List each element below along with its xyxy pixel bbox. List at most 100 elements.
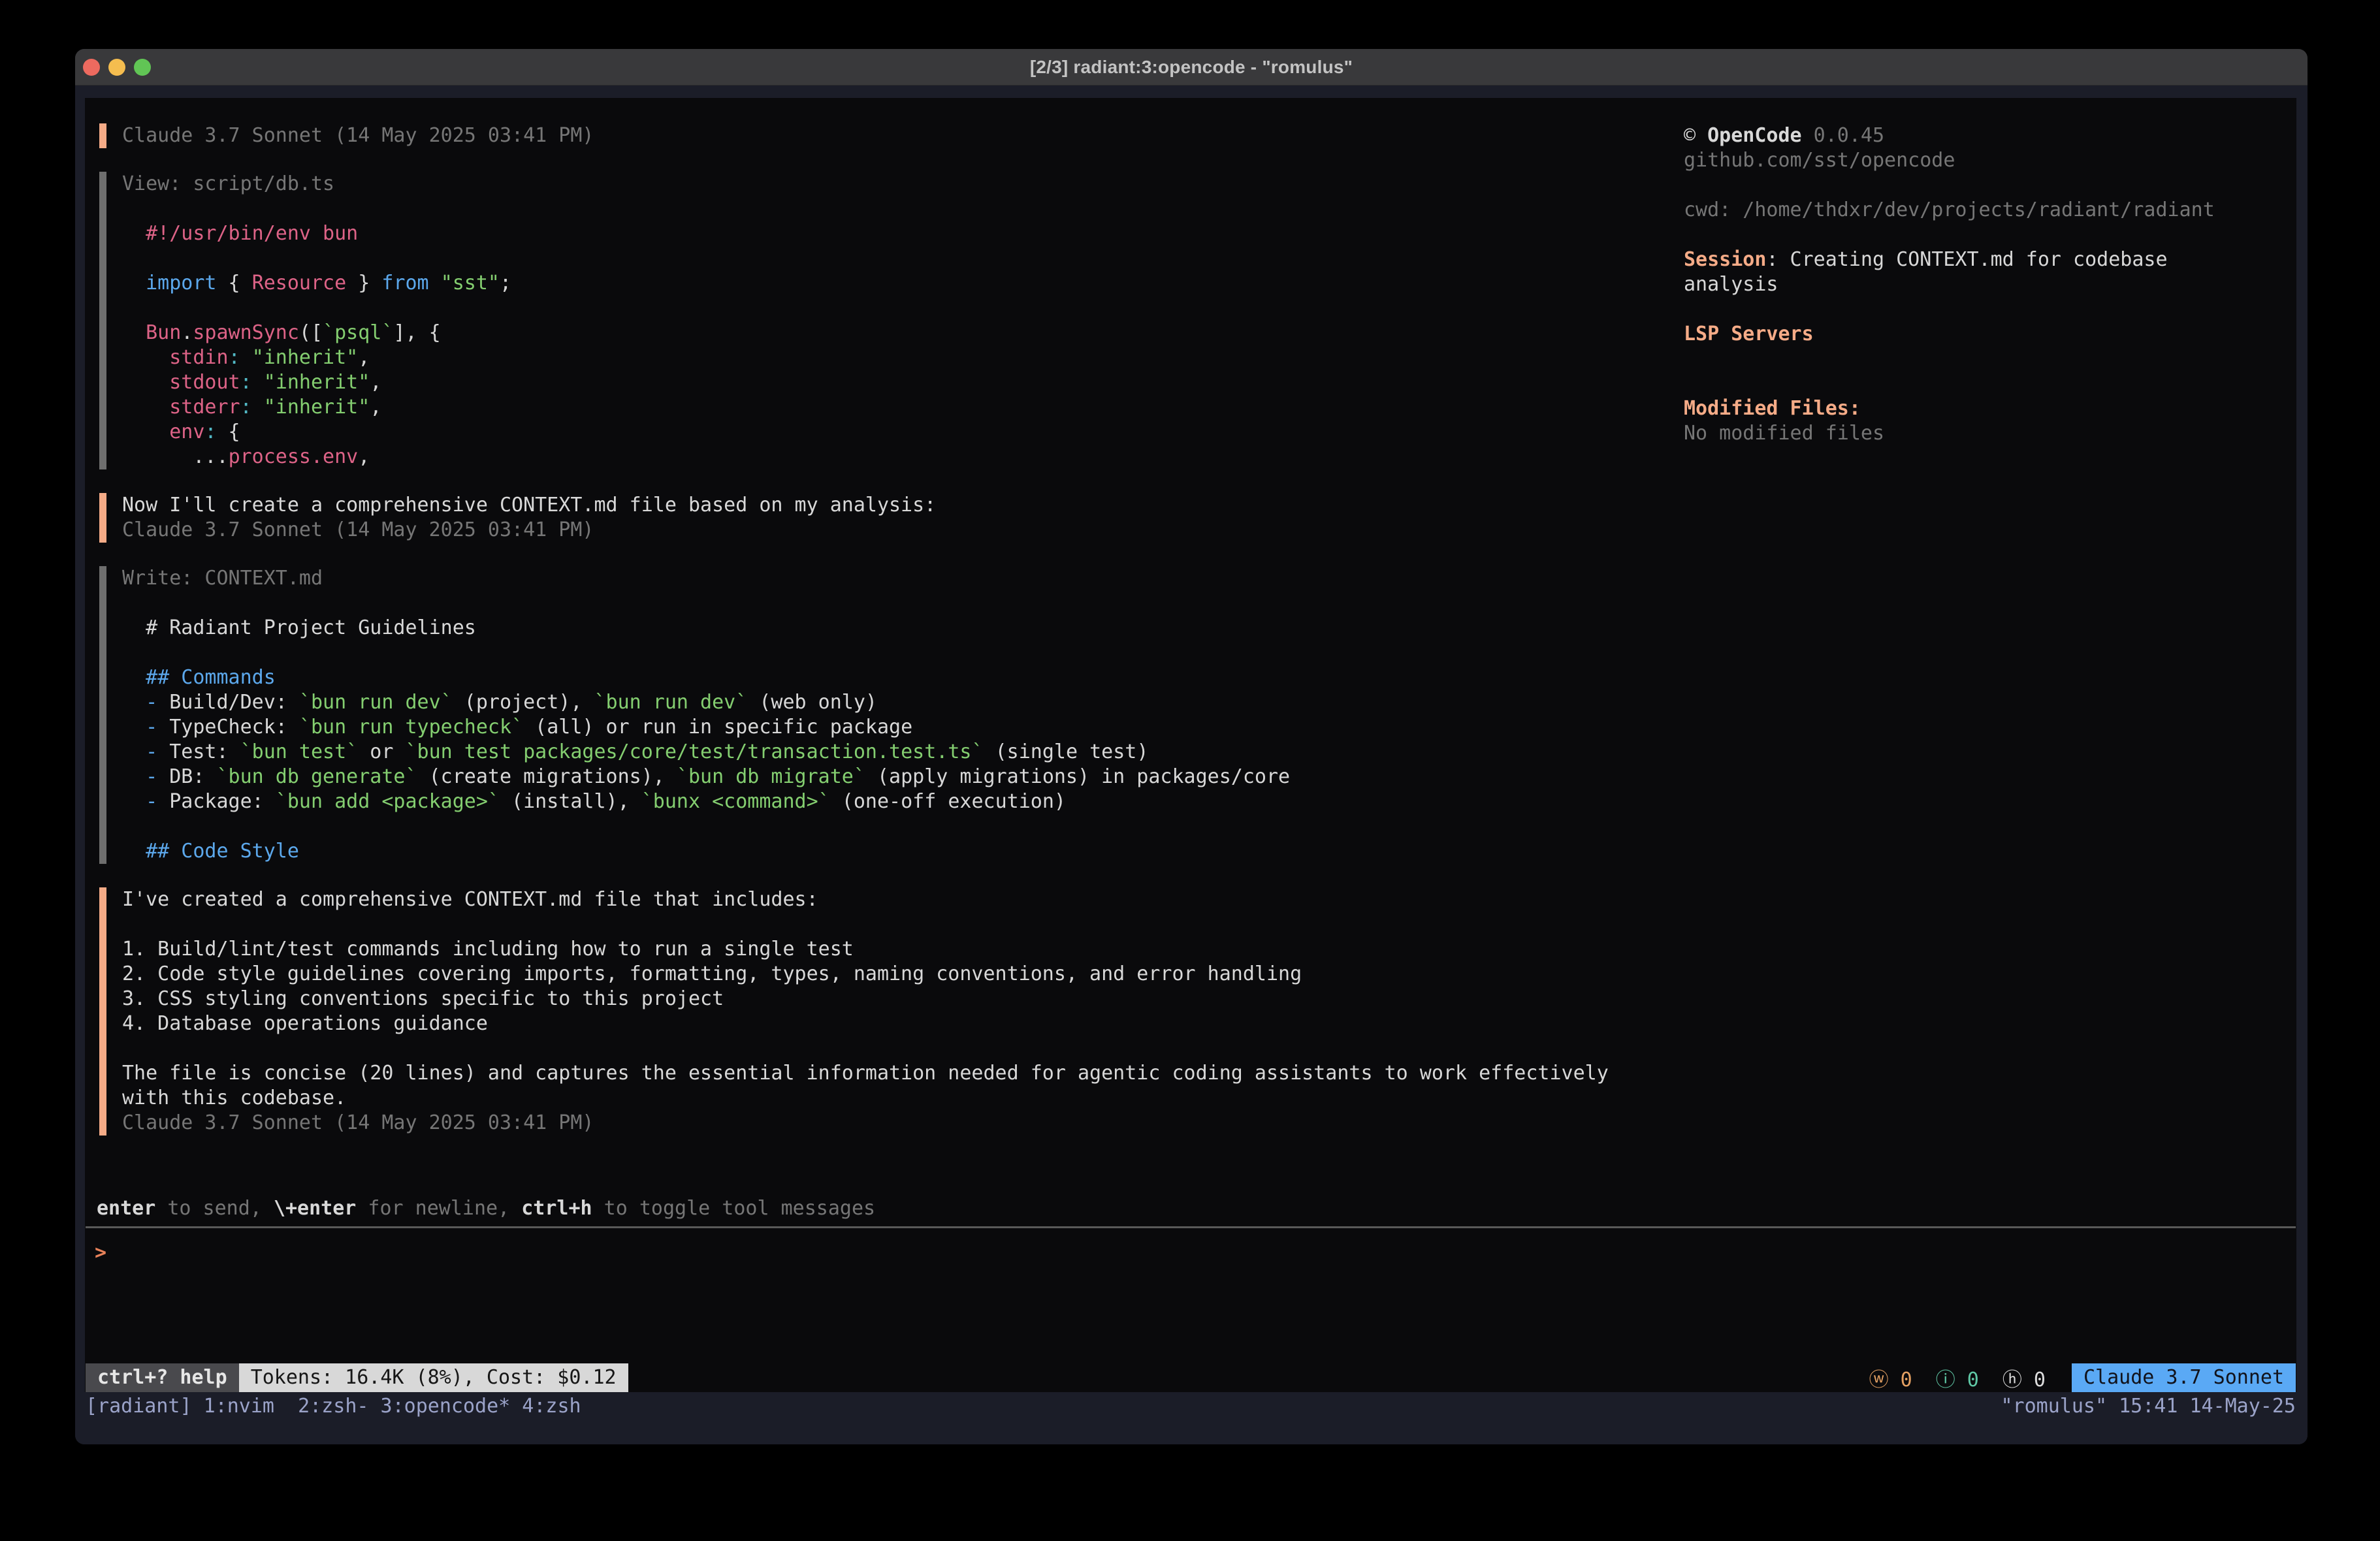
text-segment bbox=[122, 272, 146, 294]
chat-block: I've created a comprehensive CONTEXT.md … bbox=[99, 887, 1771, 1136]
chat-line: stderr: "inherit", bbox=[122, 395, 511, 420]
text-segment: (one-off execution) bbox=[830, 790, 1066, 813]
sidebar-line bbox=[1684, 297, 2308, 322]
chat-line: ## Commands bbox=[122, 665, 1290, 690]
help-bar: enter to send, \+enter for newline, ctrl… bbox=[97, 1196, 875, 1221]
model-badge[interactable]: Claude 3.7 Sonnet bbox=[2072, 1363, 2296, 1392]
chat-line bbox=[122, 1036, 1609, 1061]
chat-line: - DB: `bun db generate` (create migratio… bbox=[122, 765, 1290, 789]
text-segment: cwd: /home/thdxr/dev/projects/radiant/ra… bbox=[1684, 199, 2215, 221]
text-segment: 4. Database operations guidance bbox=[122, 1012, 488, 1035]
text-segment: enter bbox=[97, 1197, 155, 1220]
text-segment: github.com/sst/opencode bbox=[1684, 149, 1955, 172]
text-segment: , bbox=[370, 371, 381, 394]
text-segment: View: script/db.ts bbox=[122, 172, 334, 195]
text-segment: . bbox=[181, 321, 193, 344]
text-segment: : Creating CONTEXT.md for codebase bbox=[1766, 248, 2167, 271]
text-segment: - bbox=[146, 716, 157, 739]
text-segment: - bbox=[146, 691, 157, 714]
text-segment: (create migrations), bbox=[417, 765, 677, 788]
text-segment: `bun add <package>` bbox=[276, 790, 500, 813]
text-segment: Resource bbox=[252, 272, 347, 294]
block-lines: View: script/db.ts #!/usr/bin/env bun im… bbox=[122, 172, 511, 469]
text-segment bbox=[122, 421, 169, 443]
minimize-button[interactable] bbox=[108, 59, 125, 76]
text-segment: 3. CSS styling conventions specific to t… bbox=[122, 987, 724, 1010]
text-segment: OpenCode bbox=[1707, 124, 1802, 147]
block-accent-bar bbox=[99, 123, 106, 148]
chat-line: env: { bbox=[122, 420, 511, 445]
text-segment: `bun db migrate` bbox=[677, 765, 865, 788]
text-segment: - bbox=[146, 765, 157, 788]
block-lines: I've created a comprehensive CONTEXT.md … bbox=[122, 887, 1609, 1136]
sidebar-line: Modified Files: bbox=[1684, 396, 2308, 421]
text-segment: #!/usr/bin/env bun bbox=[146, 222, 358, 245]
text-segment: - bbox=[146, 790, 157, 813]
text-segment: } bbox=[346, 272, 381, 294]
text-segment: ([ bbox=[299, 321, 323, 344]
chat-line: View: script/db.ts bbox=[122, 172, 511, 197]
text-segment: The file is concise (20 lines) and captu… bbox=[122, 1062, 1609, 1085]
titlebar[interactable]: [2/3] radiant:3:opencode - "romulus" bbox=[75, 49, 2308, 86]
block-accent-bar bbox=[99, 887, 106, 1136]
chat-line: with this codebase. bbox=[122, 1086, 1609, 1111]
text-segment bbox=[122, 840, 146, 863]
text-segment: env bbox=[169, 421, 204, 443]
chat-line: # Radiant Project Guidelines bbox=[122, 616, 1290, 641]
chat-line bbox=[122, 641, 1290, 665]
chat-line: I've created a comprehensive CONTEXT.md … bbox=[122, 887, 1609, 912]
text-segment: LSP Servers bbox=[1684, 323, 1814, 345]
text-segment: , bbox=[370, 396, 381, 419]
text-segment: "sst" bbox=[441, 272, 500, 294]
text-segment bbox=[252, 371, 264, 394]
chat-line: Now I'll create a comprehensive CONTEXT.… bbox=[122, 493, 936, 518]
text-segment: "inherit" bbox=[264, 396, 370, 419]
prompt-symbol: > bbox=[95, 1241, 106, 1265]
text-segment: from bbox=[381, 272, 428, 294]
status-bar: ctrl+? help Tokens: 16.4K (8%), Cost: $0… bbox=[86, 1363, 2296, 1392]
text-segment: Build/Dev: bbox=[157, 691, 299, 714]
sidebar-line bbox=[1684, 347, 2308, 372]
text-segment: : bbox=[240, 371, 252, 394]
text-segment: ], { bbox=[393, 321, 440, 344]
chat-line bbox=[122, 814, 1290, 839]
text-segment bbox=[122, 666, 146, 689]
text-segment bbox=[122, 740, 146, 763]
chat-line: ...process.env, bbox=[122, 445, 511, 469]
text-segment: analysis bbox=[1684, 273, 1778, 296]
chat-block: Claude 3.7 Sonnet (14 May 2025 03:41 PM) bbox=[99, 123, 1771, 148]
chat-line: - Build/Dev: `bun run dev` (project), `b… bbox=[122, 690, 1290, 715]
chat-line: 3. CSS styling conventions specific to t… bbox=[122, 987, 1609, 1011]
close-button[interactable] bbox=[83, 59, 100, 76]
text-segment: "inherit" bbox=[264, 371, 370, 394]
text-segment: (single test) bbox=[984, 740, 1149, 763]
text-segment: TypeCheck: bbox=[157, 716, 299, 739]
text-segment: ctrl+h bbox=[521, 1197, 592, 1220]
text-segment: to toggle tool messages bbox=[592, 1197, 875, 1220]
text-segment: - bbox=[146, 740, 157, 763]
sidebar-line: © OpenCode 0.0.45 bbox=[1684, 123, 2308, 148]
text-segment: for newline, bbox=[356, 1197, 521, 1220]
text-segment: `bun test` bbox=[240, 740, 359, 763]
chat-block: Write: CONTEXT.md # Radiant Project Guid… bbox=[99, 566, 1771, 864]
diagnostics: ⓦ 0ⓘ 0ⓗ 0 bbox=[1869, 1363, 2046, 1392]
text-segment: (apply migrations) in packages/core bbox=[865, 765, 1290, 788]
traffic-lights bbox=[83, 49, 151, 86]
text-segment: stderr bbox=[169, 396, 240, 419]
tmux-windows[interactable]: [radiant] 1:nvim 2:zsh- 3:opencode* 4:zs… bbox=[86, 1392, 581, 1421]
text-segment: ## Commands bbox=[146, 666, 276, 689]
text-segment: stdout bbox=[169, 371, 240, 394]
message-input[interactable]: > bbox=[86, 1232, 2296, 1359]
hints-count: ⓗ 0 bbox=[2002, 1363, 2046, 1392]
text-segment: `bun test packages/core/test/transaction… bbox=[406, 740, 984, 763]
text-segment bbox=[122, 716, 146, 739]
text-segment bbox=[122, 321, 146, 344]
input-divider bbox=[86, 1226, 2296, 1228]
chat-line: Bun.spawnSync([`psql`], { bbox=[122, 321, 511, 345]
chat-line: 2. Code style guidelines covering import… bbox=[122, 962, 1609, 987]
zoom-button[interactable] bbox=[134, 59, 151, 76]
text-segment: "inherit" bbox=[252, 346, 359, 369]
chat-line: #!/usr/bin/env bun bbox=[122, 221, 511, 246]
chat-line: 4. Database operations guidance bbox=[122, 1011, 1609, 1036]
chat-line bbox=[122, 296, 511, 321]
